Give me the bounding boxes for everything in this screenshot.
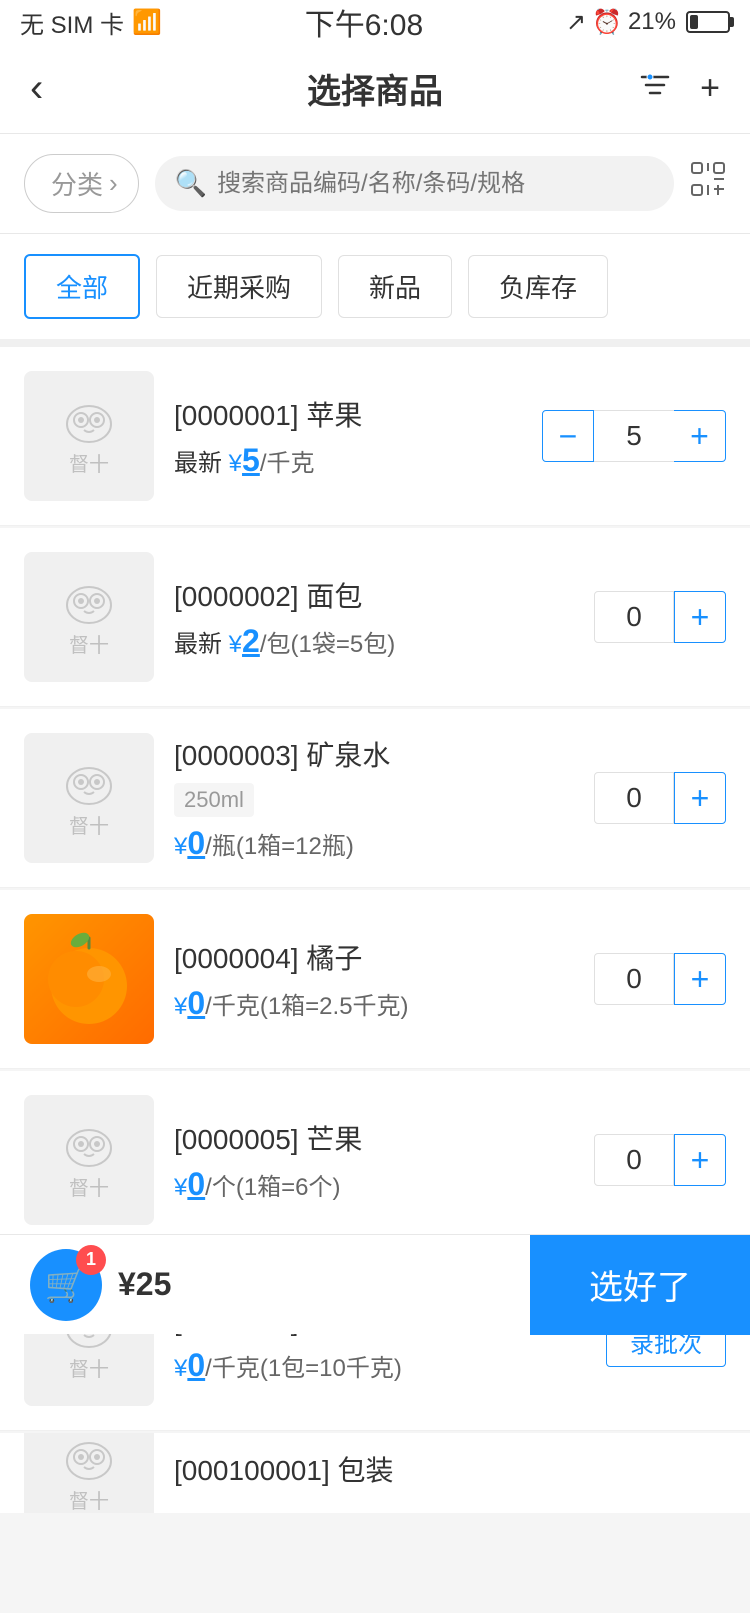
category-label: 分类 [51, 165, 103, 202]
owl-logo-5: 督十 [59, 1120, 119, 1201]
product-image-0000001: 督十 [24, 371, 154, 501]
wifi-icon: 📶 [132, 8, 162, 37]
filter-icon[interactable] [640, 70, 670, 107]
qty-minus-button-0000001[interactable]: − [542, 410, 594, 462]
status-bar: 无 SIM 卡 📶 下午6:08 ↗ ⏰ 21% [0, 0, 750, 44]
qty-display-0000002: 0 [594, 591, 674, 643]
nav-bar: ‹ 选择商品 + [0, 44, 750, 134]
product-info-partial: [000100001] 包装 [174, 1449, 726, 1497]
product-image-0000005: 督十 [24, 1095, 154, 1225]
category-arrow: › [109, 168, 118, 199]
product-price-0000004: ¥0/千克(1箱=2.5千克) [174, 985, 574, 1022]
qty-plus-button-0000001[interactable]: + [674, 410, 726, 462]
tab-new[interactable]: 新品 [338, 255, 452, 318]
product-image-partial: 督十 [24, 1433, 154, 1513]
product-image-0000004 [24, 914, 154, 1044]
tab-recent[interactable]: 近期采购 [156, 255, 322, 318]
product-item-0000003: 督十 [0000003] 矿泉水 250ml ¥0/瓶(1箱=12瓶) 0 + [0, 709, 750, 888]
battery-label: 21% [628, 8, 676, 36]
cart-total: ¥25 [118, 1266, 171, 1303]
qty-plus-button-0000002[interactable]: + [674, 591, 726, 643]
time-label: 下午6:08 [305, 0, 423, 44]
product-info-0000005: [0000005] 芒果 ¥0/个(1箱=6个) [174, 1118, 574, 1203]
product-price-0000003: ¥0/瓶(1箱=12瓶) [174, 825, 574, 862]
product-list: 督十 [0000001] 苹果 最新 ¥5/千克 − + [0, 347, 750, 1613]
search-input-wrap: 🔍 [155, 156, 674, 211]
owl-logo-7: 督十 [59, 1433, 119, 1513]
product-info-0000002: [0000002] 面包 最新 ¥2/包(1袋=5包) [174, 575, 574, 660]
page-title: 选择商品 [307, 64, 443, 113]
scan-icon[interactable] [690, 161, 726, 206]
product-name-0000002: [0000002] 面包 [174, 575, 574, 615]
qty-control-0000002: 0 + [594, 591, 726, 643]
status-left: 无 SIM 卡 📶 [20, 5, 162, 40]
search-input[interactable] [217, 170, 654, 198]
cart-section: 🛒 1 ¥25 [0, 1249, 530, 1321]
product-price-0000002: 最新 ¥2/包(1袋=5包) [174, 623, 574, 660]
qty-plus-button-0000004[interactable]: + [674, 953, 726, 1005]
product-item-0000004: [0000004] 橘子 ¥0/千克(1箱=2.5千克) 0 + [0, 890, 750, 1069]
nav-left: ‹ [30, 66, 43, 111]
filter-tabs: 全部 近期采购 新品 负库存 [0, 234, 750, 347]
qty-plus-button-0000005[interactable]: + [674, 1134, 726, 1186]
back-button[interactable]: ‹ [30, 66, 43, 111]
product-info-0000004: [0000004] 橘子 ¥0/千克(1箱=2.5千克) [174, 937, 574, 1022]
product-name-0000001: [0000001] 苹果 [174, 394, 522, 434]
product-name-0000004: [0000004] 橘子 [174, 937, 574, 977]
search-bar-area: 分类 › 🔍 [0, 134, 750, 234]
owl-logo: 督十 [59, 396, 119, 477]
confirm-button[interactable]: 选好了 [530, 1235, 750, 1335]
qty-input-0000001[interactable] [594, 410, 674, 462]
alarm-icon: ⏰ [592, 8, 622, 37]
product-item-0000002: 督十 [0000002] 面包 最新 ¥2/包(1袋=5包) 0 + [0, 528, 750, 707]
product-info-0000003: [0000003] 矿泉水 250ml ¥0/瓶(1箱=12瓶) [174, 734, 574, 862]
product-item-0000001: 督十 [0000001] 苹果 最新 ¥5/千克 − + [0, 347, 750, 526]
qty-display-0000004: 0 [594, 953, 674, 1005]
owl-logo-3: 督十 [59, 758, 119, 839]
product-image-0000002: 督十 [24, 552, 154, 682]
qty-control-0000004: 0 + [594, 953, 726, 1005]
product-image-0000003: 督十 [24, 733, 154, 863]
status-right: ↗ ⏰ 21% [566, 8, 730, 37]
category-button[interactable]: 分类 › [24, 154, 139, 213]
qty-display-0000005: 0 [594, 1134, 674, 1186]
add-product-button[interactable]: + [700, 69, 720, 108]
qty-control-0000001: − + [542, 410, 726, 462]
brand-text: 督十 [69, 448, 109, 477]
tab-negative[interactable]: 负库存 [468, 255, 608, 318]
product-price-0000001: 最新 ¥5/千克 [174, 442, 522, 479]
product-name-partial: [000100001] 包装 [174, 1449, 726, 1489]
qty-control-0000005: 0 + [594, 1134, 726, 1186]
product-item-0000005: 督十 [0000005] 芒果 ¥0/个(1箱=6个) 0 + [0, 1071, 750, 1250]
product-name-0000005: [0000005] 芒果 [174, 1118, 574, 1158]
location-icon: ↗ [566, 8, 586, 37]
carrier-label: 无 SIM 卡 [20, 5, 124, 40]
qty-control-0000003: 0 + [594, 772, 726, 824]
product-price-0000006: ¥0/千克(1包=10千克) [174, 1347, 586, 1384]
product-spec-0000003: 250ml [174, 783, 254, 817]
product-name-0000003: [0000003] 矿泉水 [174, 734, 574, 774]
search-icon: 🔍 [175, 168, 207, 199]
battery-icon [686, 11, 730, 33]
bottom-bar: 🛒 1 ¥25 选好了 [0, 1234, 750, 1334]
cart-badge: 1 [76, 1245, 106, 1275]
owl-logo-2: 督十 [59, 577, 119, 658]
product-info-0000001: [0000001] 苹果 最新 ¥5/千克 [174, 394, 522, 479]
product-item-partial: 督十 [000100001] 包装 [0, 1433, 750, 1513]
cart-button[interactable]: 🛒 1 [30, 1249, 102, 1321]
qty-plus-button-0000003[interactable]: + [674, 772, 726, 824]
product-price-0000005: ¥0/个(1箱=6个) [174, 1166, 574, 1203]
qty-display-0000003: 0 [594, 772, 674, 824]
nav-right: + [640, 69, 720, 108]
tab-all[interactable]: 全部 [24, 254, 140, 319]
